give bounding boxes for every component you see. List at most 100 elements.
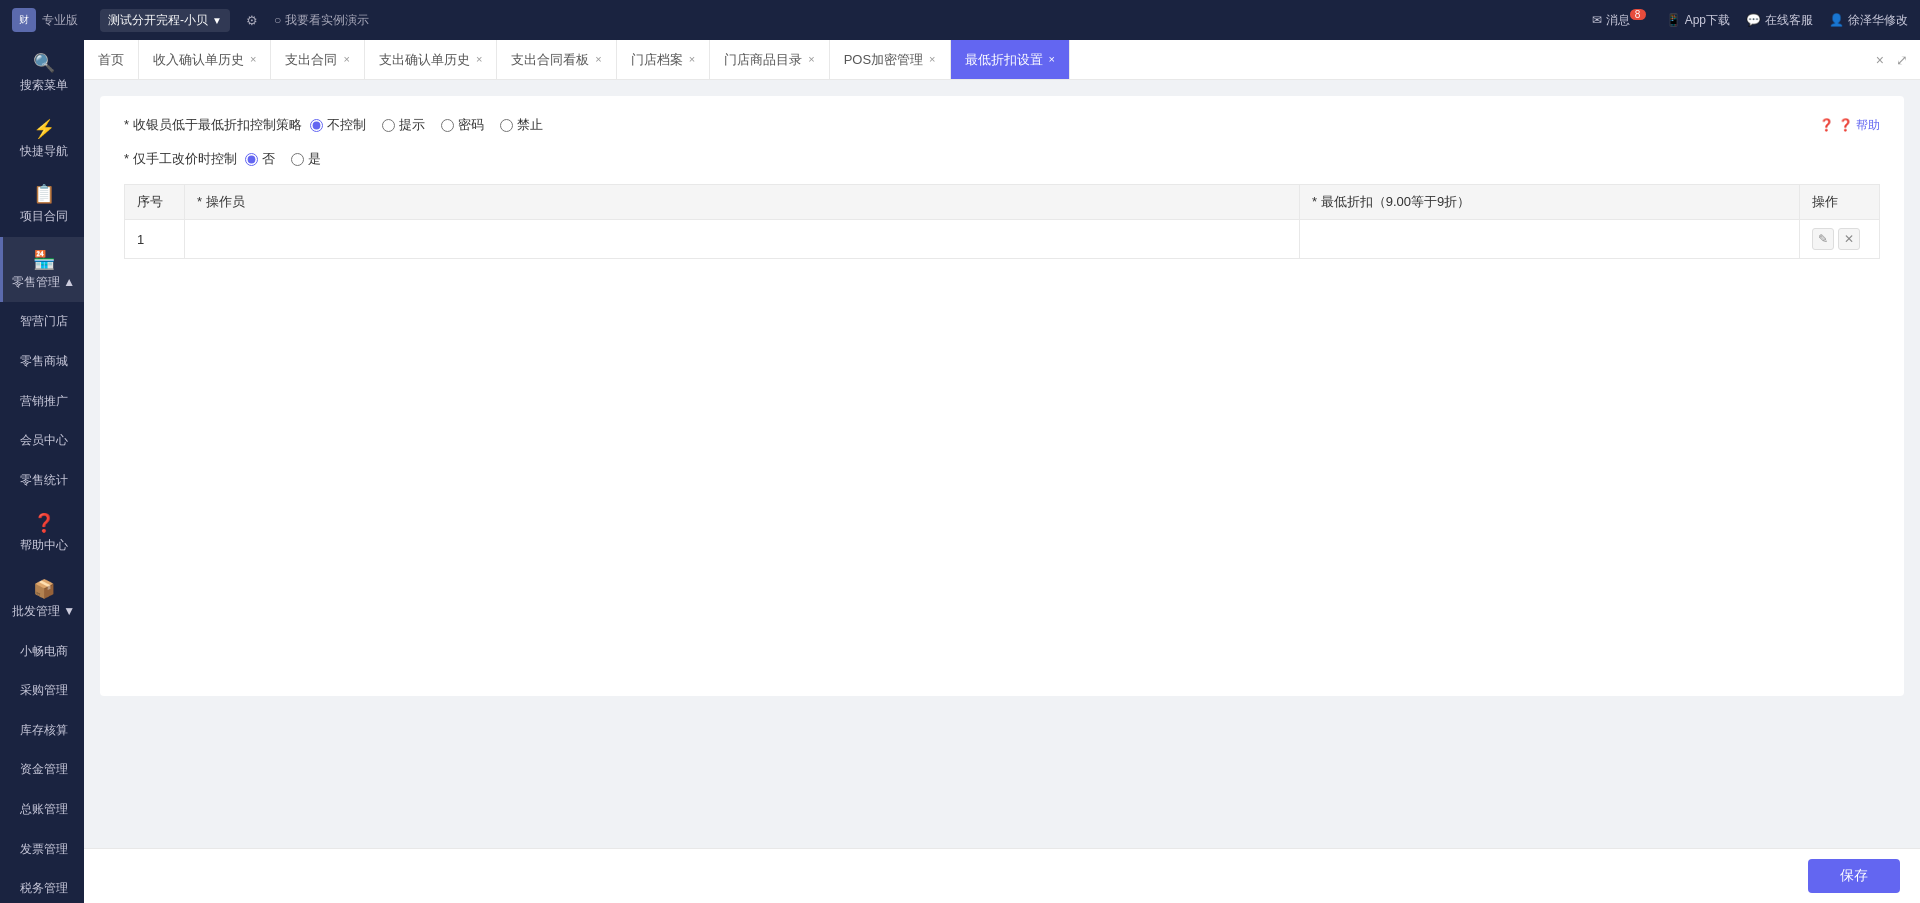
policy-no-control[interactable]: 不控制 (310, 116, 366, 134)
sidebar-item-search-menu[interactable]: 🔍 搜索菜单 (0, 40, 84, 106)
tab-board-close[interactable]: × (595, 54, 601, 65)
delete-btn[interactable]: ✕ (1838, 228, 1860, 250)
manual-price-label: * 仅手工改价时控制 (124, 150, 237, 168)
sidebar-item-member-center[interactable]: 会员中心 (0, 421, 84, 461)
manual-price-no-radio[interactable] (245, 153, 258, 166)
sidebar: 🔍 搜索菜单 ⚡ 快捷导航 📋 项目合同 🏪 零售管理 ▲ 智营门店 零售商城 … (0, 40, 84, 903)
sidebar-item-inventory[interactable]: 库存核算 (0, 711, 84, 751)
lightning-icon: ⚡ (33, 118, 55, 140)
policy-password-radio[interactable] (441, 119, 454, 132)
tab-payconf-close[interactable]: × (476, 54, 482, 65)
sidebar-item-purchase[interactable]: 采购管理 (0, 671, 84, 711)
manual-price-no-label: 否 (262, 150, 275, 168)
sidebar-item-invoice[interactable]: 发票管理 (0, 830, 84, 870)
help-link[interactable]: ❓ ❓ 帮助 (1819, 117, 1880, 134)
cell-action: ✎ ✕ (1800, 220, 1880, 259)
policy-no-control-radio[interactable] (310, 119, 323, 132)
project-selector[interactable]: 测试分开完程-小贝 ▼ (100, 9, 230, 32)
sidebar-item-retail-mgmt[interactable]: 🏪 零售管理 ▲ (0, 237, 84, 303)
cell-operator[interactable] (185, 220, 1300, 259)
settings-icon[interactable]: ⚙ (238, 6, 266, 34)
sidebar-item-tax[interactable]: 税务管理 (0, 869, 84, 903)
policy-prompt[interactable]: 提示 (382, 116, 425, 134)
sidebar-item-finance[interactable]: 资金管理 (0, 750, 84, 790)
tab-min-discount[interactable]: 最低折扣设置 × (951, 40, 1070, 80)
tab-payment-contract[interactable]: 支出合同 × (271, 40, 364, 80)
manual-price-no[interactable]: 否 (245, 150, 275, 168)
policy-prompt-radio[interactable] (382, 119, 395, 132)
sidebar-label-help: 帮助中心 (20, 538, 68, 554)
tab-discount-close[interactable]: × (1049, 54, 1055, 65)
tab-storefile-close[interactable]: × (689, 54, 695, 65)
sidebar-label-retail-stats: 零售统计 (20, 473, 68, 489)
sidebar-item-batch-mgmt[interactable]: 📦 批发管理 ▼ (0, 566, 84, 632)
manual-price-yes-radio[interactable] (291, 153, 304, 166)
online-service-btn[interactable]: 💬 在线客服 (1746, 12, 1813, 29)
tab-home[interactable]: 首页 (84, 40, 139, 80)
table-header-row: 序号 * 操作员 * 最低折扣（9.00等于9折） 操作 (125, 185, 1880, 220)
app-logo: 财 (12, 8, 36, 32)
manual-price-yes[interactable]: 是 (291, 150, 321, 168)
tab-discount-label: 最低折扣设置 (965, 51, 1043, 69)
policy-forbid[interactable]: 禁止 (500, 116, 543, 134)
store-icon: 🏪 (33, 249, 55, 271)
sidebar-item-retail-stats[interactable]: 零售统计 (0, 461, 84, 501)
tab-store-file[interactable]: 门店档案 × (617, 40, 710, 80)
demo-link[interactable]: ○ 我要看实例演示 (274, 12, 369, 29)
policy-password[interactable]: 密码 (441, 116, 484, 134)
top-bar-right: ✉ 消息 8 📱 App下载 💬 在线客服 👤 徐泽华修改 (1592, 12, 1908, 29)
tab-payment-confirm-history[interactable]: 支出确认单历史 × (365, 40, 497, 80)
user-menu-btn[interactable]: 👤 徐泽华修改 (1829, 12, 1908, 29)
cell-discount[interactable] (1300, 220, 1800, 259)
tab-home-label: 首页 (98, 51, 124, 69)
sidebar-label-tax: 税务管理 (20, 881, 68, 897)
sidebar-item-retail-mall[interactable]: 零售商城 (0, 342, 84, 382)
save-button[interactable]: 保存 (1808, 859, 1900, 893)
app-download-label: App下载 (1685, 12, 1730, 29)
tab-store-goods[interactable]: 门店商品目录 × (710, 40, 829, 80)
help-icon: ❓ (33, 512, 55, 534)
tab-pos-label: POS加密管理 (844, 51, 923, 69)
tab-storefile-label: 门店档案 (631, 51, 683, 69)
tab-goods-label: 门店商品目录 (724, 51, 802, 69)
chevron-down-icon: ▼ (212, 15, 222, 26)
logo-area: 财 专业版 (12, 8, 92, 32)
tab-maximize-btn[interactable]: ⤢ (1892, 48, 1912, 72)
policy-forbid-radio[interactable] (500, 119, 513, 132)
messages-btn[interactable]: ✉ 消息 8 (1592, 12, 1650, 29)
online-service-label: 在线客服 (1765, 12, 1813, 29)
edit-btn[interactable]: ✎ (1812, 228, 1834, 250)
tab-goods-close[interactable]: × (808, 54, 814, 65)
tab-pos-password[interactable]: POS加密管理 × (830, 40, 951, 80)
batch-icon: 📦 (33, 578, 55, 600)
tab-payment-contract-board[interactable]: 支出合同看板 × (497, 40, 616, 80)
tab-income-confirm-history[interactable]: 收入确认单历史 × (139, 40, 271, 80)
sidebar-label-project: 项目合同 (20, 209, 68, 225)
sidebar-label-finance: 资金管理 (20, 762, 68, 778)
sidebar-item-marketing[interactable]: 营销推广 (0, 382, 84, 422)
message-icon: ✉ (1592, 13, 1602, 27)
help-icon: ❓ (1819, 118, 1834, 132)
sidebar-item-project-contract[interactable]: 📋 项目合同 (0, 171, 84, 237)
manual-price-radio-group: 否 是 (245, 150, 321, 168)
tab-bar: 首页 收入确认单历史 × 支出合同 × 支出确认单历史 × 支出合同看板 × 门… (84, 40, 1920, 80)
user-icon: 👤 (1829, 13, 1844, 27)
manual-price-yes-label: 是 (308, 150, 321, 168)
tab-payment-close[interactable]: × (343, 54, 349, 65)
sidebar-item-smart-store[interactable]: 智营门店 (0, 302, 84, 342)
download-icon: 📱 (1666, 13, 1681, 27)
table-row: 1 ✎ ✕ (125, 220, 1880, 259)
col-seq-header: 序号 (125, 185, 185, 220)
tab-income-close[interactable]: × (250, 54, 256, 65)
tab-pos-close[interactable]: × (929, 54, 935, 65)
tab-bar-end: × ⤢ (1864, 48, 1920, 72)
tab-payconf-label: 支出确认单历史 (379, 51, 470, 69)
sidebar-item-ledger[interactable]: 总账管理 (0, 790, 84, 830)
tab-close-btn[interactable]: × (1872, 48, 1888, 72)
sidebar-item-ecommerce[interactable]: 小畅电商 (0, 632, 84, 672)
sidebar-item-quick-nav[interactable]: ⚡ 快捷导航 (0, 106, 84, 172)
cashier-policy-radio-group: 不控制 提示 密码 禁止 (310, 116, 543, 134)
tab-payment-label: 支出合同 (285, 51, 337, 69)
sidebar-item-help-center[interactable]: ❓ 帮助中心 (0, 500, 84, 566)
app-download-btn[interactable]: 📱 App下载 (1666, 12, 1730, 29)
